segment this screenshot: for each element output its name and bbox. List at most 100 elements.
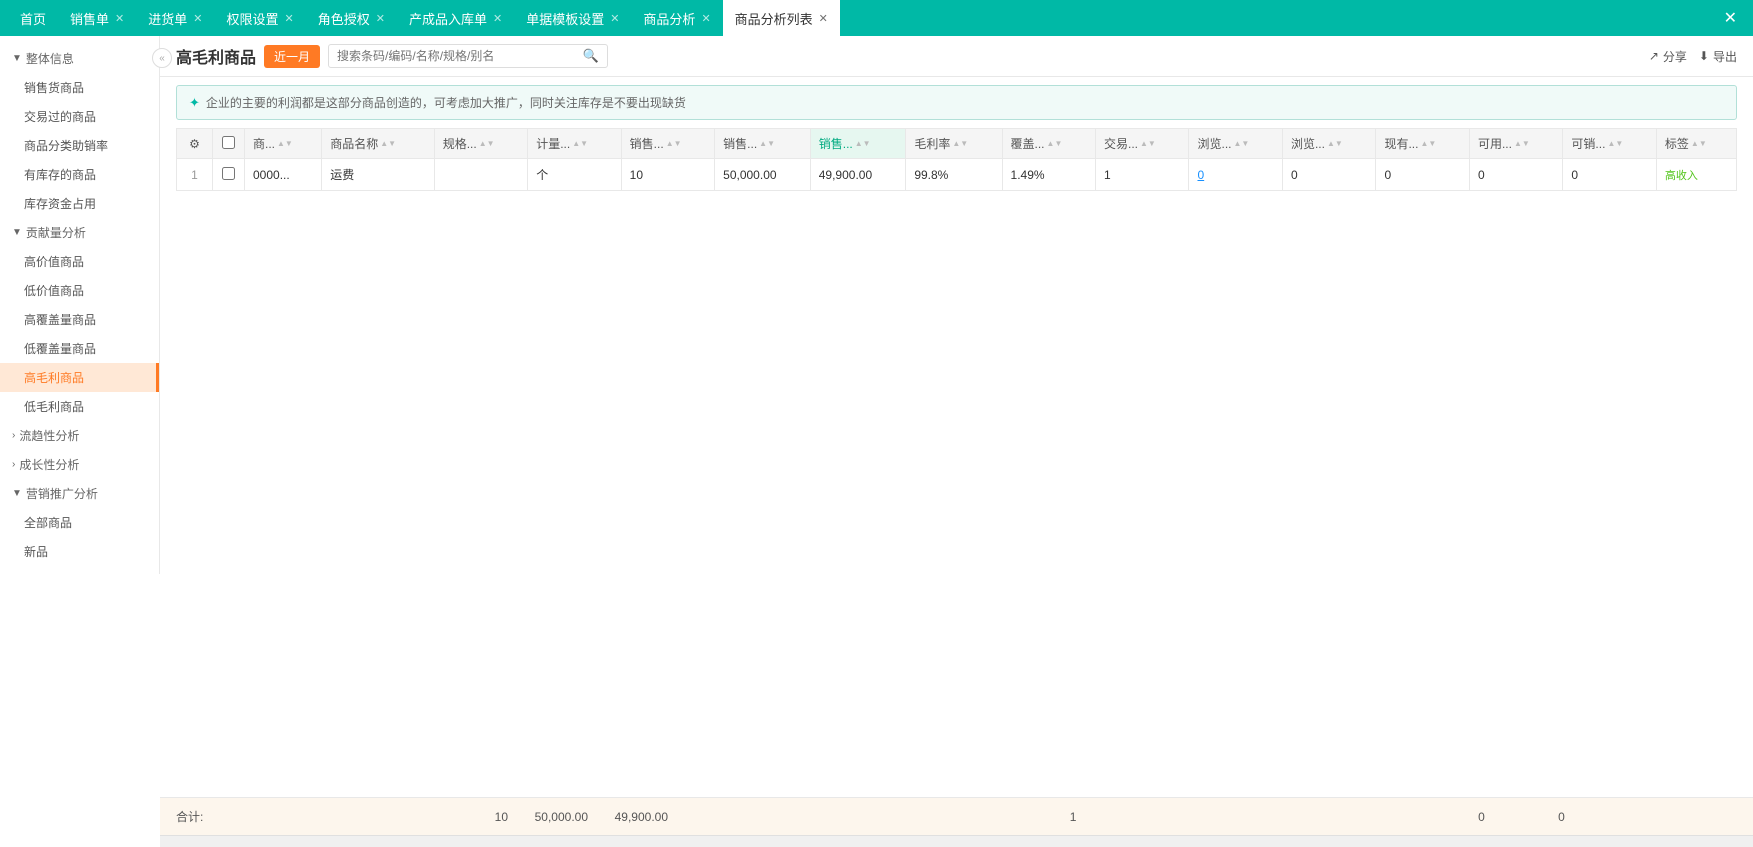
nav-sales[interactable]: 销售单 ✕ [58,0,136,36]
col-code-header[interactable]: 商...▲▼ [245,129,322,159]
close-roles-tab[interactable]: ✕ [376,12,385,25]
footer-sales-profit: 49,900.00 [596,810,676,824]
col-margin-header[interactable]: 毛利率▲▼ [906,129,1002,159]
sidebar-item-in-stock[interactable]: 有库存的商品 [0,160,159,189]
nav-analytics[interactable]: 商品分析 ✕ [631,0,722,36]
cell-transactions: 1 [1096,159,1189,191]
sidebar-item-new-goods[interactable]: 新品 [0,537,159,566]
footer-available: 0 [1493,810,1573,824]
col-sales-profit-header[interactable]: 销售...▲▼ [810,129,906,159]
col-spec-header[interactable]: 规格...▲▼ [434,129,527,159]
cell-views1[interactable]: 0 [1189,159,1282,191]
sort-available[interactable]: ▲▼ [1514,140,1530,148]
close-analytics-tab[interactable]: ✕ [701,12,710,25]
cell-sales-amount: 50,000.00 [715,159,811,191]
sidebar-item-traded-goods[interactable]: 交易过的商品 [0,102,159,131]
bottom-scrollbar[interactable] [160,835,1753,847]
data-table: ⚙ 商...▲▼ 商品名称▲▼ 规格...▲▼ 计量...▲▼ [176,128,1737,191]
sidebar-toggle-button[interactable]: « [152,48,172,68]
col-saleable-header[interactable]: 可销...▲▼ [1563,129,1656,159]
cell-tag: 高收入 [1656,159,1736,191]
sort-margin[interactable]: ▲▼ [952,140,968,148]
sidebar-item-all-goods[interactable]: 全部商品 [0,508,159,537]
col-available-header[interactable]: 可用...▲▼ [1469,129,1562,159]
close-template-tab[interactable]: ✕ [610,12,619,25]
sort-sales-amount[interactable]: ▲▼ [759,140,775,148]
sort-code[interactable]: ▲▼ [277,140,293,148]
export-icon: ⬇ [1699,49,1709,63]
sidebar-item-stock-capital[interactable]: 库存资金占用 [0,189,159,218]
nav-purchase[interactable]: 进货单 ✕ [136,0,214,36]
sidebar-group-overall[interactable]: ▼ 整体信息 [0,44,159,73]
col-sales-amount-header[interactable]: 销售...▲▼ [715,129,811,159]
info-icon: ✦ [189,95,200,111]
col-settings[interactable]: ⚙ [177,129,213,159]
sidebar-item-low-value[interactable]: 低价值商品 [0,276,159,305]
close-product-inbound-tab[interactable]: ✕ [493,12,502,25]
col-coverage-header[interactable]: 覆盖...▲▼ [1002,129,1095,159]
search-input[interactable] [337,49,583,63]
sidebar-item-high-value[interactable]: 高价值商品 [0,247,159,276]
table-container[interactable]: ⚙ 商...▲▼ 商品名称▲▼ 规格...▲▼ 计量...▲▼ [160,128,1753,797]
search-icon[interactable]: 🔍 [583,48,599,64]
nav-analytics-list[interactable]: 商品分析列表 ✕ [723,0,840,36]
col-sales-qty-header[interactable]: 销售...▲▼ [621,129,714,159]
filter-button[interactable]: 近一月 [264,45,320,68]
sort-name[interactable]: ▲▼ [380,140,396,148]
sort-spec[interactable]: ▲▼ [479,140,495,148]
close-analytics-list-tab[interactable]: ✕ [819,12,828,25]
sort-saleable[interactable]: ▲▼ [1607,140,1623,148]
sort-transactions[interactable]: ▲▼ [1140,140,1156,148]
sidebar-group-contribution[interactable]: ▼ 贡献量分析 [0,218,159,247]
close-purchase-tab[interactable]: ✕ [193,12,202,25]
sort-views2[interactable]: ▲▼ [1327,140,1343,148]
nav-template[interactable]: 单据模板设置 ✕ [514,0,631,36]
cell-saleable: 0 [1563,159,1656,191]
cell-sales-qty: 10 [621,159,714,191]
sidebar-item-high-margin[interactable]: 高毛利商品 [0,363,159,392]
close-sales-tab[interactable]: ✕ [115,12,124,25]
sidebar-item-category-rate[interactable]: 商品分类助销率 [0,131,159,160]
col-checkbox-header[interactable] [213,129,245,159]
col-current-stock-header[interactable]: 现有...▲▼ [1376,129,1469,159]
content-header: 高毛利商品 近一月 🔍 ↗ 分享 ⬇ 导出 [160,36,1753,77]
sidebar-item-sales-goods[interactable]: 销售货商品 [0,73,159,102]
nav-product-inbound[interactable]: 产成品入库单 ✕ [397,0,514,36]
tag-high-income: 高收入 [1665,170,1698,182]
sort-sales-qty[interactable]: ▲▼ [666,140,682,148]
export-button[interactable]: ⬇ 导出 [1699,48,1737,65]
sidebar-group-trend[interactable]: › 流趋性分析 [0,421,159,450]
nav-permissions[interactable]: 权限设置 ✕ [214,0,305,36]
col-tag-header[interactable]: 标签▲▼ [1656,129,1736,159]
arrow-trend: › [12,430,15,441]
nav-roles[interactable]: 角色授权 ✕ [306,0,397,36]
sidebar-group-growth[interactable]: › 成长性分析 [0,450,159,479]
sort-tag[interactable]: ▲▼ [1691,140,1707,148]
table-row[interactable]: 1 0000... 运费 个 10 50,000.00 49,900.00 99… [177,159,1737,191]
arrow-growth: › [12,459,15,470]
col-views1-header[interactable]: 浏览...▲▼ [1189,129,1282,159]
select-all-checkbox[interactable] [222,136,235,149]
nav-close-button[interactable]: ✕ [1716,8,1745,28]
col-views2-header[interactable]: 浏览...▲▼ [1282,129,1375,159]
sort-coverage[interactable]: ▲▼ [1047,140,1063,148]
sort-views1[interactable]: ▲▼ [1234,140,1250,148]
sort-current-stock[interactable]: ▲▼ [1420,140,1436,148]
close-permissions-tab[interactable]: ✕ [285,12,294,25]
cell-spec [434,159,527,191]
sidebar-item-low-coverage[interactable]: 低覆盖量商品 [0,334,159,363]
col-name-header[interactable]: 商品名称▲▼ [322,129,435,159]
sort-unit[interactable]: ▲▼ [572,140,588,148]
sidebar-item-low-margin[interactable]: 低毛利商品 [0,392,159,421]
share-button[interactable]: ↗ 分享 [1649,48,1687,65]
search-box: 🔍 [328,44,608,68]
sort-sales-profit[interactable]: ▲▼ [855,140,871,148]
row-checkbox[interactable] [222,167,235,180]
sidebar-item-high-coverage[interactable]: 高覆盖量商品 [0,305,159,334]
nav-home[interactable]: 首页 [8,0,58,36]
col-unit-header[interactable]: 计量...▲▼ [528,129,621,159]
cell-checkbox[interactable] [213,159,245,191]
footer-sales-qty: 10 [436,810,516,824]
sidebar-group-marketing[interactable]: ▼ 营销推广分析 [0,479,159,508]
col-transactions-header[interactable]: 交易...▲▼ [1096,129,1189,159]
